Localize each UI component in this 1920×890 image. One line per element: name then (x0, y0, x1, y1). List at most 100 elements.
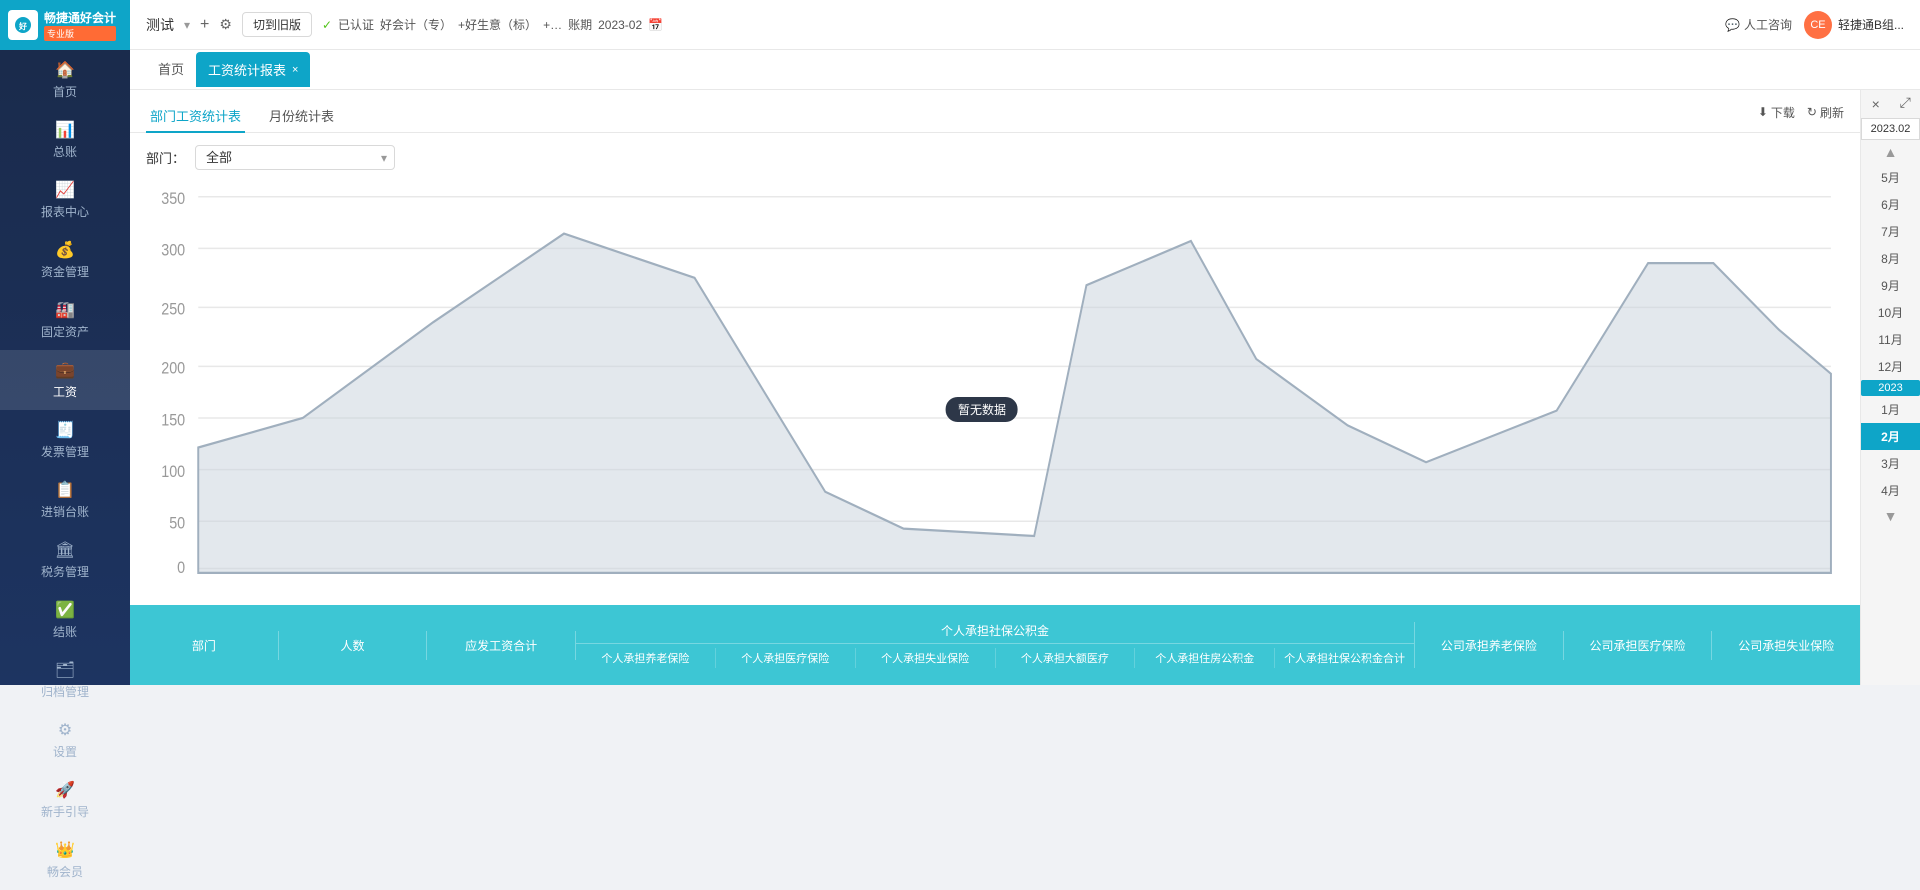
sidebar-item-总账[interactable]: 📊 总账 (0, 110, 130, 170)
calendar-icon[interactable]: 📅 (648, 18, 663, 32)
sidebar-label: 进销台账 (41, 503, 89, 520)
sidebar-item-结账[interactable]: ✅ 结账 (0, 590, 130, 650)
sidebar-icon: 👑 (55, 840, 75, 860)
date-item-nov[interactable]: 11月 (1861, 326, 1920, 353)
refresh-icon: ↻ (1807, 105, 1817, 119)
tab-home[interactable]: 首页 (146, 51, 196, 88)
svg-text:150: 150 (161, 412, 185, 430)
svg-text:好: 好 (18, 21, 27, 31)
sidebar-item-发票管理[interactable]: 🧾 发票管理 (0, 410, 130, 470)
sidebar-icon: ⚙ (58, 720, 72, 740)
consult-button[interactable]: 💬 人工咨询 (1725, 16, 1792, 33)
sidebar-label: 报表中心 (41, 203, 89, 220)
sidebar-label: 工资 (53, 383, 77, 400)
table-sub-col-total: 个人承担社保公积金合计 (1275, 648, 1414, 668)
settings-icon[interactable]: ⚙ (219, 16, 232, 33)
content-area: 首页 工资统计报表 × 部门工资统计表 月份统计表 ⬇ 下载 (130, 50, 1920, 685)
consult-icon: 💬 (1725, 18, 1740, 32)
user-menu[interactable]: CE 轻捷通B组... (1804, 11, 1904, 39)
table-col-company-unemployment: 公司承担失业保险 (1712, 631, 1860, 660)
switch-old-button[interactable]: 切到旧版 (242, 12, 312, 37)
sidebar-item-归档管理[interactable]: 🗂归档管理 (0, 650, 130, 710)
date-item-may[interactable]: 5月 (1861, 164, 1920, 191)
sidebar-label: 固定资产 (41, 323, 89, 340)
sidebar-icon: 📊 (55, 120, 75, 140)
sidebar-item-畅会员[interactable]: 👑 畅会员 (0, 830, 130, 890)
sidebar-icon: 📈 (55, 180, 75, 200)
sidebar-icon: 📋 (55, 480, 75, 500)
sidebar-icon: 💰 (55, 240, 75, 260)
sidebar-label: 畅会员 (47, 863, 83, 880)
svg-text:200: 200 (161, 360, 185, 378)
dept-filter-select[interactable]: 全部 行政部 财务部 销售部 技术部 (195, 145, 395, 170)
sidebar-icon: 🏛 (55, 540, 75, 560)
tab-close-icon[interactable]: × (292, 64, 298, 76)
sidebar-item-税务管理[interactable]: 🏛 税务管理 (0, 530, 130, 590)
date-input[interactable]: 2023.02 (1861, 118, 1920, 140)
date-nav-down-icon[interactable]: ▼ (1861, 504, 1920, 528)
table-sub-col-major-medical: 个人承担大额医疗 (996, 648, 1136, 668)
date-item-oct[interactable]: 10月 (1861, 299, 1920, 326)
sidebar-icon: 🏭 (55, 300, 75, 320)
date-item-sep[interactable]: 9月 (1861, 272, 1920, 299)
date-item-dec[interactable]: 12月 (1861, 353, 1920, 380)
sidebar-label: 新手引导 (41, 803, 89, 820)
period-label: 账期 (568, 16, 592, 33)
sidebar-item-报表中心[interactable]: 📈 报表中心 (0, 170, 130, 230)
sub-tab-actions: ⬇ 下载 ↻ 刷新 (1758, 104, 1844, 129)
sidebar-label: 首页 (53, 83, 77, 100)
sidebar-item-首页[interactable]: 🏠 首页 (0, 50, 130, 110)
date-item-feb[interactable]: 2月 (1861, 423, 1920, 450)
date-item-jan[interactable]: 1月 (1861, 396, 1920, 423)
sidebar-icon: 💼 (55, 360, 75, 380)
date-nav-up-icon[interactable]: ▲ (1861, 140, 1920, 164)
year-badge: 2023 (1861, 380, 1920, 396)
logo-icon: 好 (8, 10, 38, 40)
download-icon: ⬇ (1758, 105, 1768, 119)
sidebar-item-资金管理[interactable]: 💰资金管理 (0, 230, 130, 290)
date-panel-expand[interactable]: ⤢ (1891, 90, 1920, 118)
sidebar-label: 设置 (53, 743, 77, 760)
sidebar-item-新手引导[interactable]: 🚀新手引导 (0, 770, 130, 830)
sidebar-icon: 🧾 (55, 420, 75, 440)
date-item-mar[interactable]: 3月 (1861, 450, 1920, 477)
sidebar-item-设置[interactable]: ⚙ 设置 (0, 710, 130, 770)
sidebar-label: 总账 (53, 143, 77, 160)
sidebar-item-进销台账[interactable]: 📋 进销台账 (0, 470, 130, 530)
sub-tabs: 部门工资统计表 月份统计表 ⬇ 下载 ↻ 刷新 (130, 90, 1860, 133)
table-col-people: 人数 (279, 631, 428, 660)
left-panel: 部门工资统计表 月份统计表 ⬇ 下载 ↻ 刷新 (130, 90, 1860, 685)
tab-salary[interactable]: 工资统计报表 × (196, 52, 310, 87)
sub-tab-dept[interactable]: 部门工资统计表 (146, 100, 245, 133)
date-item-jun[interactable]: 6月 (1861, 191, 1920, 218)
dropdown-arrow-icon[interactable]: ▾ (184, 18, 190, 32)
sidebar-icon: 🏠 (55, 60, 75, 80)
main-area: 测试 ▾ + ⚙ 切到旧版 ✓ 已认证 好会计（专） +好生意（标） +… 账期… (130, 0, 1920, 685)
sidebar-icon: ✅ (55, 600, 75, 620)
table-footer: 部门 人数 应发工资合计 个人承担社保公积金 个人承担养老保险 个人承担医疗保险 (130, 605, 1860, 685)
svg-text:350: 350 (161, 190, 185, 208)
chart-svg: 350 300 250 200 150 100 50 0 (146, 182, 1844, 595)
page-content: 部门工资统计表 月份统计表 ⬇ 下载 ↻ 刷新 (130, 90, 1920, 685)
sub-tab-monthly[interactable]: 月份统计表 (265, 100, 338, 133)
svg-text:0: 0 (177, 559, 185, 577)
logo-text: 畅捷通好会计 专业版 (44, 9, 116, 41)
download-button[interactable]: ⬇ 下载 (1758, 104, 1795, 121)
sidebar-item-工资[interactable]: 💼 工资 (0, 350, 130, 410)
sidebar-label: 税务管理 (41, 563, 89, 580)
date-item-jul[interactable]: 7月 (1861, 218, 1920, 245)
table-col-company-medical: 公司承担医疗保险 (1564, 631, 1713, 660)
tabs-bar: 首页 工资统计报表 × (130, 50, 1920, 90)
sidebar-label: 发票管理 (41, 443, 89, 460)
date-item-apr[interactable]: 4月 (1861, 477, 1920, 504)
date-item-aug[interactable]: 8月 (1861, 245, 1920, 272)
dept-filter-wrap[interactable]: 全部 行政部 财务部 销售部 技术部 (195, 145, 395, 170)
sidebar-label: 结账 (53, 623, 77, 640)
topbar: 测试 ▾ + ⚙ 切到旧版 ✓ 已认证 好会计（专） +好生意（标） +… 账期… (130, 0, 1920, 50)
add-button[interactable]: + (200, 16, 209, 34)
refresh-button[interactable]: ↻ 刷新 (1807, 104, 1844, 121)
avatar: CE (1804, 11, 1832, 39)
filter-bar: 部门： 全部 行政部 财务部 销售部 技术部 (130, 133, 1860, 182)
date-panel-close[interactable]: × (1861, 90, 1891, 118)
sidebar-item-固定资产[interactable]: 🏭 固定资产 (0, 290, 130, 350)
